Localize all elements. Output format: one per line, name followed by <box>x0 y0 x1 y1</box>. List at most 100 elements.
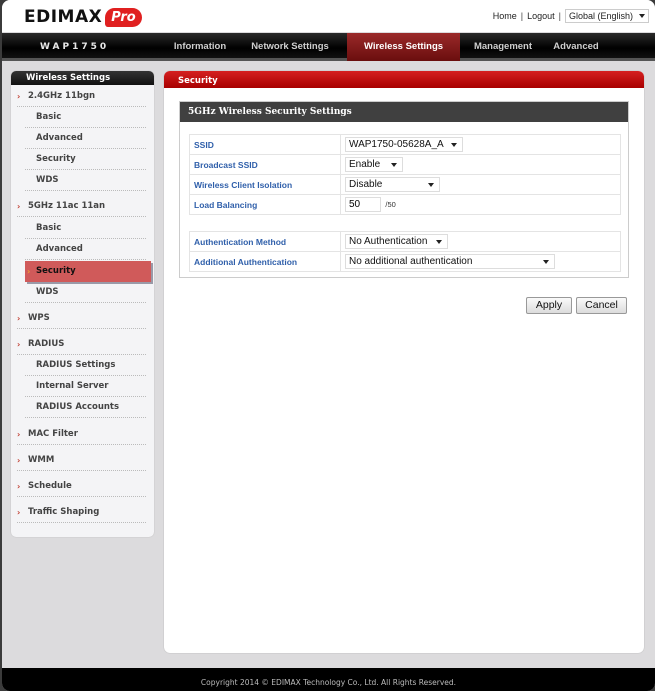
sidebar-item-label: Traffic Shaping <box>28 507 100 517</box>
home-link[interactable]: Home <box>493 11 517 21</box>
additional-auth-label: Additional Authentication <box>189 251 341 272</box>
tab-network-settings[interactable]: Network Settings <box>242 33 338 61</box>
sidebar-item-2-4ghz[interactable]: › 2.4GHz 11bgn <box>11 86 154 107</box>
sidebar-item-label: WDS <box>36 287 59 297</box>
sidebar-item-label: WPS <box>28 313 50 323</box>
form-row-additional-auth: Additional Authentication No additional … <box>189 251 621 272</box>
main-nav: WAP1750 Information Network Settings Wir… <box>2 33 655 61</box>
sidebar-title: Wireless Settings <box>11 71 154 85</box>
load-balancing-max: /50 <box>385 200 396 209</box>
chevron-right-icon: › <box>17 482 21 491</box>
additional-auth-select[interactable]: No additional authentication <box>345 254 555 269</box>
form-row-auth-method: Authentication Method No Authentication <box>189 231 621 252</box>
sidebar-item-wps[interactable]: › WPS <box>11 308 154 329</box>
sidebar-item-wmm[interactable]: › WMM <box>11 450 154 471</box>
ssid-settings-table: SSID WAP1750-05628A_A Broadcast SSID Ena… <box>189 134 621 215</box>
logo-text: EDIMAX <box>24 7 103 27</box>
edimax-logo: EDIMAX Pro <box>24 4 142 30</box>
sidebar-item-label: RADIUS Accounts <box>36 402 120 412</box>
sidebar-item-label: Internal Server <box>36 381 109 391</box>
app-window: EDIMAX Pro Home | Logout | Global (Engli… <box>2 0 655 691</box>
broadcast-ssid-label: Broadcast SSID <box>189 154 341 175</box>
top-links: Home | Logout | Global (English) <box>493 9 649 23</box>
sidebar-item-label: WDS <box>36 175 59 185</box>
chevron-right-icon: › <box>17 340 21 349</box>
tab-advanced[interactable]: Advanced <box>546 33 606 61</box>
sidebar-item-label: Security <box>36 266 76 276</box>
sidebar-item-24-wds[interactable]: WDS <box>11 170 154 191</box>
auth-method-select[interactable]: No Authentication <box>345 234 448 249</box>
additional-auth-value: No additional authentication <box>349 256 473 267</box>
ssid-select[interactable]: WAP1750-05628A_A <box>345 137 463 152</box>
broadcast-ssid-select[interactable]: Enable <box>345 157 403 172</box>
sidebar-item-5-security[interactable]: › Security <box>25 261 151 282</box>
sidebar-item-24-advanced[interactable]: Advanced <box>11 128 154 149</box>
sidebar-item-schedule[interactable]: › Schedule <box>11 476 154 497</box>
sidebar-item-5ghz[interactable]: › 5GHz 11ac 11an <box>11 196 154 217</box>
sidebar-item-radius[interactable]: › RADIUS <box>11 334 154 355</box>
tab-wireless-settings[interactable]: Wireless Settings <box>347 33 460 61</box>
form-row-broadcast-ssid: Broadcast SSID Enable <box>189 154 621 175</box>
main-content: Security 5GHz Wireless Security Settings… <box>164 71 644 653</box>
auth-settings-table: Authentication Method No Authentication … <box>189 231 621 272</box>
top-header: EDIMAX Pro Home | Logout | Global (Engli… <box>2 0 655 32</box>
sidebar-item-label: Basic <box>36 223 62 233</box>
chevron-right-icon: › <box>17 508 21 517</box>
ssid-label: SSID <box>189 134 341 155</box>
language-value: Global (English) <box>568 11 633 21</box>
tab-management[interactable]: Management <box>464 33 542 61</box>
sidebar-item-5-advanced[interactable]: Advanced <box>11 239 154 260</box>
logout-link[interactable]: Logout <box>527 11 555 21</box>
logo-pro-badge: Pro <box>105 7 142 27</box>
broadcast-ssid-value: Enable <box>349 159 381 170</box>
sidebar-item-label: MAC Filter <box>28 429 78 439</box>
sidebar-item-label: Security <box>36 154 76 164</box>
sidebar-item-mac-filter[interactable]: › MAC Filter <box>11 424 154 445</box>
chevron-right-icon: › <box>17 456 21 465</box>
client-isolation-label: Wireless Client Isolation <box>189 174 341 195</box>
sidebar-item-label: Schedule <box>28 481 72 491</box>
tab-information[interactable]: Information <box>162 33 238 61</box>
form-row-client-isolation: Wireless Client Isolation Disable <box>189 174 621 195</box>
sidebar-item-label: Advanced <box>36 133 83 143</box>
sidebar-item-label: Advanced <box>36 244 83 254</box>
chevron-down-icon <box>543 259 549 264</box>
chevron-down-icon <box>639 14 645 18</box>
load-balancing-input[interactable]: 50 <box>345 197 381 212</box>
language-select[interactable]: Global (English) <box>564 9 649 23</box>
sidebar-item-label: RADIUS Settings <box>36 360 116 370</box>
sidebar-item-5-wds[interactable]: WDS <box>11 282 154 303</box>
sidebar: Wireless Settings › 2.4GHz 11bgn Basic A… <box>11 71 154 537</box>
chevron-down-icon <box>428 182 434 187</box>
chevron-right-icon: › <box>17 202 21 211</box>
form-row-ssid: SSID WAP1750-05628A_A <box>189 134 621 155</box>
sidebar-item-internal-server[interactable]: Internal Server <box>11 376 154 397</box>
sidebar-item-traffic-shaping[interactable]: › Traffic Shaping <box>11 502 154 523</box>
auth-method-label: Authentication Method <box>189 231 341 252</box>
sidebar-item-label: WMM <box>28 455 55 465</box>
auth-method-value: No Authentication <box>349 236 428 247</box>
apply-button[interactable]: Apply <box>526 297 572 314</box>
chevron-down-icon <box>391 162 397 167</box>
link-separator: | <box>520 11 524 21</box>
client-isolation-value: Disable <box>349 179 383 190</box>
cancel-button[interactable]: Cancel <box>576 297 627 314</box>
footer-copyright: Copyright 2014 © EDIMAX Technology Co., … <box>2 668 655 691</box>
chevron-right-icon: › <box>17 430 21 439</box>
link-separator: | <box>558 11 561 21</box>
sidebar-item-radius-settings[interactable]: RADIUS Settings <box>11 355 154 376</box>
form-row-load-balancing: Load Balancing 50 /50 <box>189 194 621 215</box>
panel-title: 5GHz Wireless Security Settings <box>180 102 628 122</box>
sidebar-item-5-basic[interactable]: Basic <box>11 218 154 239</box>
device-model: WAP1750 <box>40 42 110 52</box>
sidebar-item-24-security[interactable]: Security <box>11 149 154 170</box>
chevron-down-icon <box>436 239 442 244</box>
client-isolation-select[interactable]: Disable <box>345 177 440 192</box>
load-balancing-label: Load Balancing <box>189 194 341 215</box>
sidebar-item-label: 5GHz 11ac 11an <box>28 201 106 211</box>
chevron-down-icon <box>451 142 457 147</box>
sidebar-item-24-basic[interactable]: Basic <box>11 107 154 128</box>
chevron-right-icon: › <box>27 267 31 276</box>
sidebar-item-radius-accounts[interactable]: RADIUS Accounts <box>11 397 154 418</box>
chevron-right-icon: › <box>17 314 21 323</box>
